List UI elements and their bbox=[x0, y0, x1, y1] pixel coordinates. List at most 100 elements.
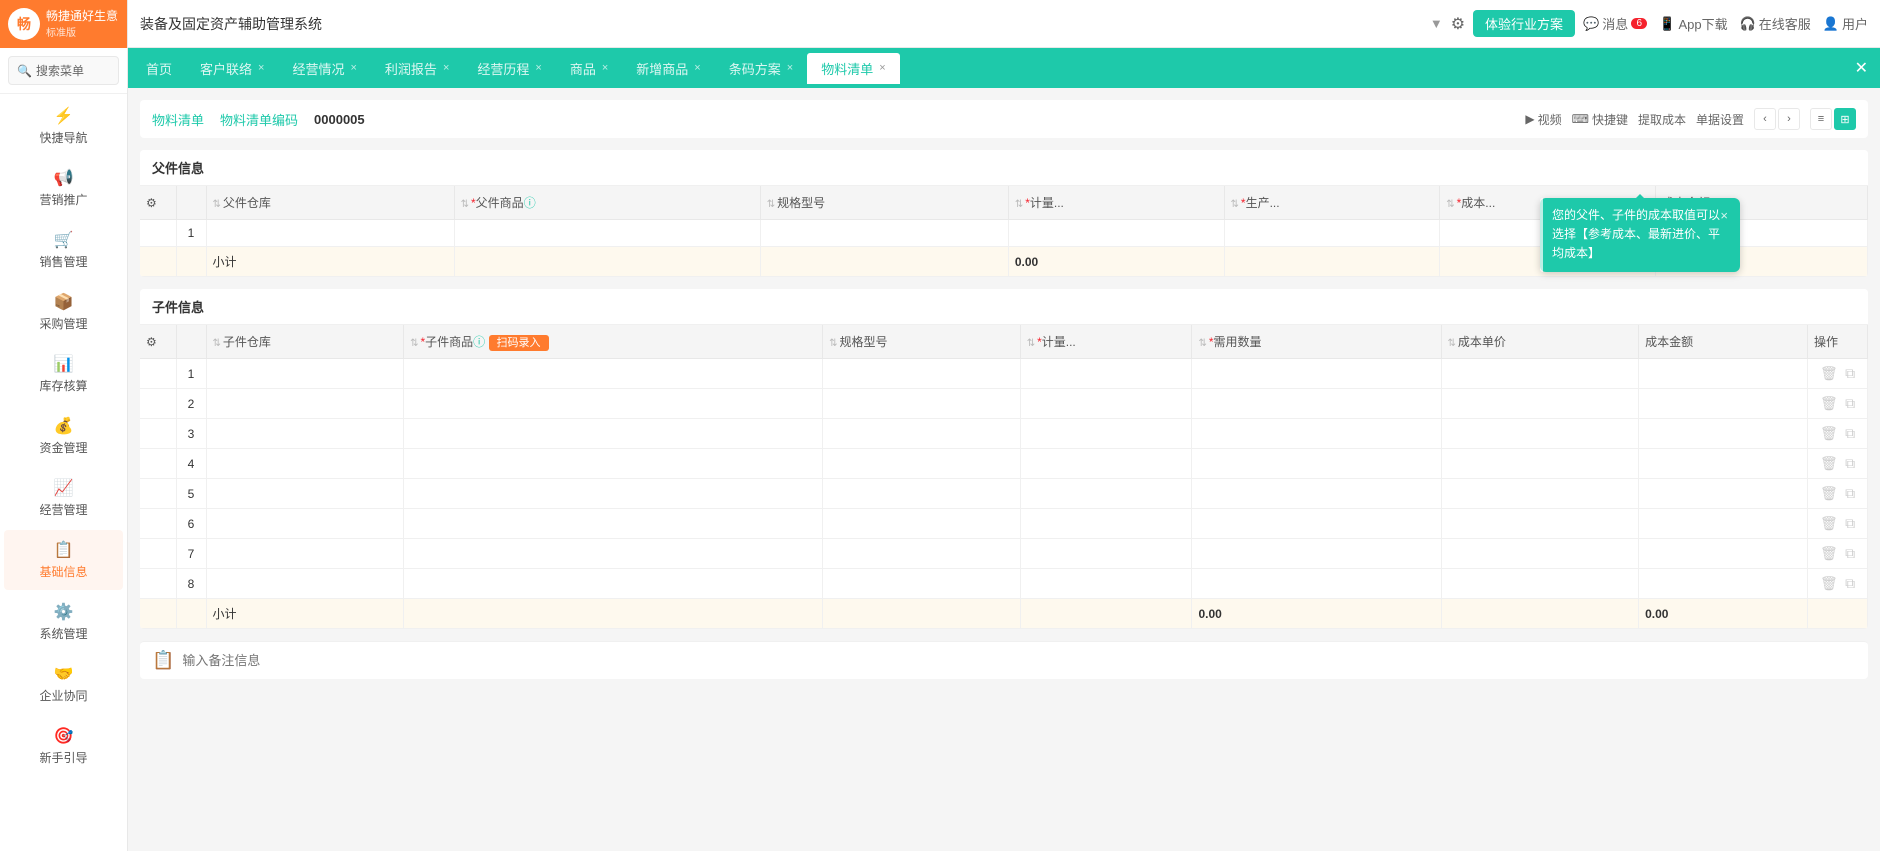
delete-icon-row-8[interactable]: 🗑 bbox=[1820, 575, 1838, 591]
child-row-2-unit-cost[interactable] bbox=[1441, 389, 1639, 419]
child-row-1-unit-cost[interactable] bbox=[1441, 359, 1639, 389]
sidebar-item-finance[interactable]: 💰资金管理 bbox=[4, 406, 123, 466]
next-button[interactable]: › bbox=[1778, 108, 1800, 130]
child-row-6-product[interactable] bbox=[404, 509, 823, 539]
child-row-3-spec[interactable] bbox=[823, 419, 1021, 449]
nav-tab-home[interactable]: 首页 bbox=[132, 53, 186, 84]
delete-icon-row-3[interactable]: 🗑 bbox=[1820, 425, 1838, 441]
child-row-4-warehouse[interactable] bbox=[206, 449, 404, 479]
tab-close-barcode[interactable]: × bbox=[787, 62, 793, 74]
child-row-7-product[interactable] bbox=[404, 539, 823, 569]
child-row-6-cost-amount[interactable] bbox=[1639, 509, 1808, 539]
prev-button[interactable]: ‹ bbox=[1754, 108, 1776, 130]
child-row-4-product[interactable] bbox=[404, 449, 823, 479]
nav-tab-operations-status[interactable]: 经营情况× bbox=[278, 53, 370, 84]
child-row-2-needed-qty[interactable] bbox=[1192, 389, 1441, 419]
child-row-8-unit-cost[interactable] bbox=[1441, 569, 1639, 599]
delete-icon-row-2[interactable]: 🗑 bbox=[1820, 395, 1838, 411]
delete-icon-row-6[interactable]: 🗑 bbox=[1820, 515, 1838, 531]
parent-row-1-spec[interactable] bbox=[760, 220, 1008, 247]
sidebar-item-purchase[interactable]: 📦采购管理 bbox=[4, 282, 123, 342]
app-download-button[interactable]: 📱 App下载 bbox=[1659, 14, 1727, 33]
delete-icon-row-1[interactable]: 🗑 bbox=[1820, 365, 1838, 381]
sidebar-item-inventory[interactable]: 📊库存核算 bbox=[4, 344, 123, 404]
tab-close-add-product[interactable]: × bbox=[694, 62, 700, 74]
child-row-2-cost-amount[interactable] bbox=[1639, 389, 1808, 419]
child-row-4-spec[interactable] bbox=[823, 449, 1021, 479]
parent-row-1-product[interactable] bbox=[454, 220, 760, 247]
parent-row-1-unit[interactable] bbox=[1008, 220, 1224, 247]
sidebar-item-cooperation[interactable]: 🤝企业协同 bbox=[4, 654, 123, 714]
settings-gear-icon[interactable]: ⚙ bbox=[1451, 14, 1465, 34]
child-row-6-spec[interactable] bbox=[823, 509, 1021, 539]
copy-icon-row-6[interactable]: ⧉ bbox=[1845, 515, 1855, 531]
child-row-8-spec[interactable] bbox=[823, 569, 1021, 599]
sidebar-item-operations[interactable]: 📈经营管理 bbox=[4, 468, 123, 528]
child-row-8-warehouse[interactable] bbox=[206, 569, 404, 599]
tab-close-operations-status[interactable]: × bbox=[350, 62, 356, 74]
child-row-5-spec[interactable] bbox=[823, 479, 1021, 509]
child-row-7-unit-cost[interactable] bbox=[1441, 539, 1639, 569]
child-row-1-unit[interactable] bbox=[1020, 359, 1192, 389]
copy-icon-row-1[interactable]: ⧉ bbox=[1845, 365, 1855, 381]
child-row-3-unit-cost[interactable] bbox=[1441, 419, 1639, 449]
sidebar-item-quick-nav[interactable]: ⚡快捷导航 bbox=[4, 96, 123, 156]
tab-close-operations-history[interactable]: × bbox=[535, 62, 541, 74]
child-row-3-unit[interactable] bbox=[1020, 419, 1192, 449]
child-row-2-warehouse[interactable] bbox=[206, 389, 404, 419]
close-all-tabs-button[interactable]: ✕ bbox=[1847, 54, 1876, 82]
copy-icon-row-8[interactable]: ⧉ bbox=[1845, 575, 1855, 591]
note-input[interactable] bbox=[182, 653, 1856, 668]
child-row-5-needed-qty[interactable] bbox=[1192, 479, 1441, 509]
nav-tab-customers[interactable]: 客户联络× bbox=[186, 53, 278, 84]
child-row-7-cost-amount[interactable] bbox=[1639, 539, 1808, 569]
list-view-button[interactable]: ≡ bbox=[1810, 108, 1832, 130]
child-row-7-unit[interactable] bbox=[1020, 539, 1192, 569]
child-row-3-needed-qty[interactable] bbox=[1192, 419, 1441, 449]
child-row-5-unit-cost[interactable] bbox=[1441, 479, 1639, 509]
child-row-1-warehouse[interactable] bbox=[206, 359, 404, 389]
sidebar-item-sales[interactable]: 🛒销售管理 bbox=[4, 220, 123, 280]
delete-icon-row-5[interactable]: 🗑 bbox=[1820, 485, 1838, 501]
child-row-8-needed-qty[interactable] bbox=[1192, 569, 1441, 599]
sidebar-item-marketing[interactable]: 📢营销推广 bbox=[4, 158, 123, 218]
parent-row-1-production[interactable] bbox=[1224, 220, 1440, 247]
breadcrumb-child[interactable]: 物料清单编码 bbox=[220, 110, 298, 129]
child-row-4-unit-cost[interactable] bbox=[1441, 449, 1639, 479]
nav-tab-barcode[interactable]: 条码方案× bbox=[715, 53, 807, 84]
child-row-5-warehouse[interactable] bbox=[206, 479, 404, 509]
child-row-3-warehouse[interactable] bbox=[206, 419, 404, 449]
child-row-8-product[interactable] bbox=[404, 569, 823, 599]
child-row-3-product[interactable] bbox=[404, 419, 823, 449]
child-row-1-product[interactable] bbox=[404, 359, 823, 389]
child-row-2-spec[interactable] bbox=[823, 389, 1021, 419]
child-row-2-product[interactable] bbox=[404, 389, 823, 419]
dropdown-arrow[interactable]: ▼ bbox=[1430, 16, 1443, 31]
child-row-1-cost-amount[interactable] bbox=[1639, 359, 1808, 389]
child-row-7-warehouse[interactable] bbox=[206, 539, 404, 569]
copy-icon-row-7[interactable]: ⧉ bbox=[1845, 545, 1855, 561]
child-row-3-cost-amount[interactable] bbox=[1639, 419, 1808, 449]
child-row-4-unit[interactable] bbox=[1020, 449, 1192, 479]
copy-icon-row-4[interactable]: ⧉ bbox=[1845, 455, 1855, 471]
child-settings-icon[interactable]: ⚙ bbox=[146, 335, 157, 349]
child-row-6-needed-qty[interactable] bbox=[1192, 509, 1441, 539]
child-row-4-cost-amount[interactable] bbox=[1639, 449, 1808, 479]
child-row-8-cost-amount[interactable] bbox=[1639, 569, 1808, 599]
nav-tab-add-product[interactable]: 新增商品× bbox=[622, 53, 714, 84]
online-service-button[interactable]: 🎧 在线客服 bbox=[1740, 14, 1811, 33]
child-row-6-unit[interactable] bbox=[1020, 509, 1192, 539]
child-row-7-spec[interactable] bbox=[823, 539, 1021, 569]
delete-icon-row-4[interactable]: 🗑 bbox=[1820, 455, 1838, 471]
sidebar-item-guide[interactable]: 🎯新手引导 bbox=[4, 716, 123, 776]
child-row-1-needed-qty[interactable] bbox=[1192, 359, 1441, 389]
get-cost-button[interactable]: 提取成本 bbox=[1638, 111, 1686, 128]
user-button[interactable]: 👤 用户 bbox=[1823, 14, 1868, 33]
experience-button[interactable]: 体验行业方案 bbox=[1473, 10, 1575, 37]
child-row-5-cost-amount[interactable] bbox=[1639, 479, 1808, 509]
nav-tab-products[interactable]: 商品× bbox=[556, 53, 622, 84]
tab-close-bom[interactable]: × bbox=[879, 62, 885, 74]
form-view-button[interactable]: ⊞ bbox=[1834, 108, 1856, 130]
child-row-8-unit[interactable] bbox=[1020, 569, 1192, 599]
child-row-6-unit-cost[interactable] bbox=[1441, 509, 1639, 539]
